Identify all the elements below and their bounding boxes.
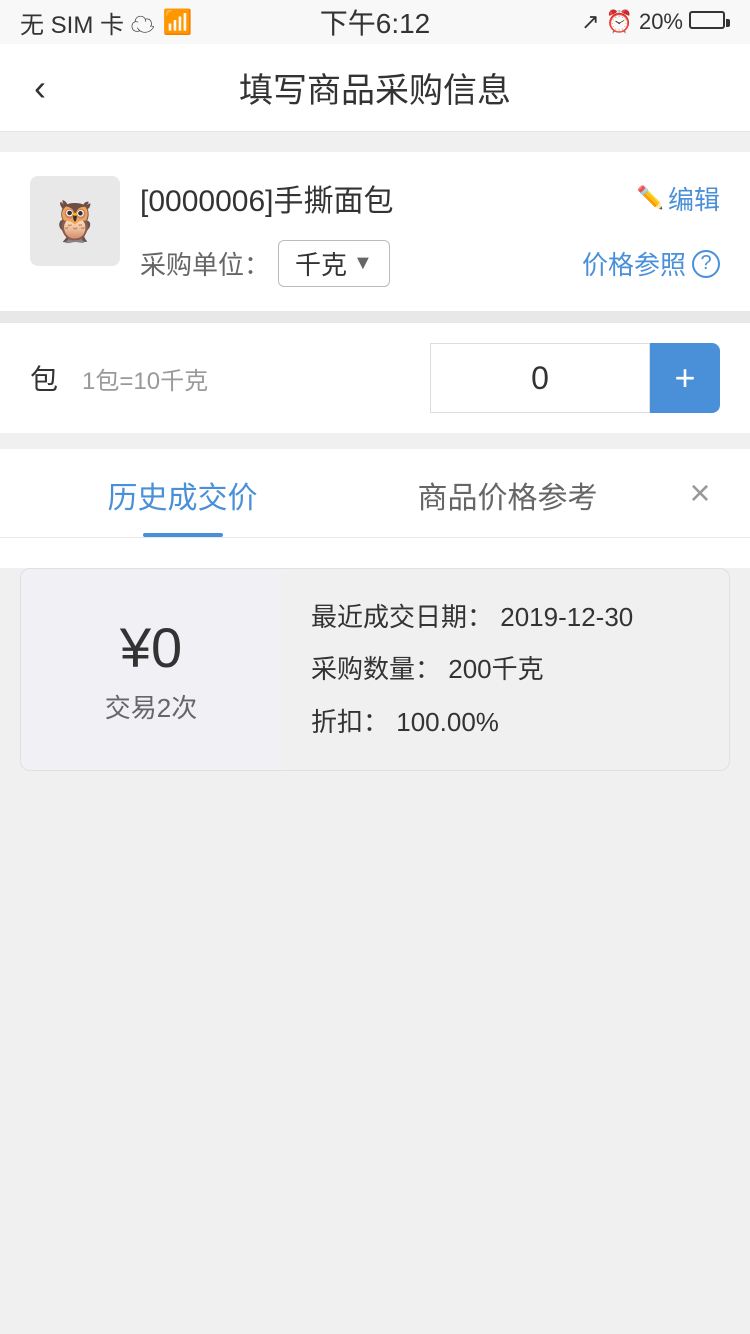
status-left: 无 SIM 卡 ☁ 📶 (20, 5, 193, 40)
transaction-details: 最近成交日期： 2019-12-30 采购数量： 200千克 折扣： 100.0… (281, 569, 729, 770)
discount-label: 折扣： (311, 707, 389, 737)
product-name: [0000006]手撕面包 (140, 176, 393, 220)
unit-value: 千克 (295, 245, 347, 282)
tabs-header: 历史成交价 商品价格参考 × (0, 449, 750, 538)
tabs-section: 历史成交价 商品价格参考 × ¥0 交易2次 最近成交日期： 2019-12-3… (0, 449, 750, 1168)
quantity-conversion-hint: 1包=10千克 (82, 361, 410, 396)
transaction-summary: ¥0 交易2次 (21, 569, 281, 770)
product-card: 🦉 [0000006]手撕面包 ✏️ 编辑 采购单位： 千克 ▼ 价格参照 ? (0, 152, 750, 311)
quantity-plus-button[interactable]: + (650, 343, 720, 413)
edit-label: 编辑 (668, 180, 720, 217)
transaction-date-row: 最近成交日期： 2019-12-30 (311, 599, 699, 635)
unit-label-text: 采购单位： 千克 ▼ (140, 240, 390, 287)
unit-select[interactable]: 千克 ▼ (278, 240, 390, 287)
transaction-price: ¥0 (120, 615, 182, 680)
price-reference-button[interactable]: 价格参照 ? (582, 245, 720, 282)
quantity-input-wrap: 0 + (430, 343, 720, 413)
transaction-card: ¥0 交易2次 最近成交日期： 2019-12-30 采购数量： 200千克 折… (20, 568, 730, 771)
quantity-value: 200千克 (448, 654, 543, 684)
battery-percent: 20% (639, 9, 683, 35)
wifi-icon: 📶 (163, 8, 193, 37)
tab-history-price[interactable]: 历史成交价 (20, 449, 345, 537)
section-divider (0, 311, 750, 323)
transaction-quantity-row: 采购数量： 200千克 (311, 651, 699, 687)
product-header: [0000006]手撕面包 ✏️ 编辑 (140, 176, 720, 220)
price-ref-label: 价格参照 (582, 245, 686, 282)
quantity-label: 采购数量： (311, 654, 441, 684)
location-icon: ↗ (581, 9, 599, 35)
date-value: 2019-12-30 (500, 602, 633, 632)
battery-icon (689, 9, 730, 35)
quantity-input[interactable]: 0 (430, 343, 650, 413)
edit-icon: ✏️ (637, 185, 664, 211)
quantity-row: 包 1包=10千克 0 + (0, 323, 750, 433)
discount-value: 100.00% (396, 707, 499, 737)
product-thumbnail: 🦉 (50, 198, 100, 245)
tab-content: ¥0 交易2次 最近成交日期： 2019-12-30 采购数量： 200千克 折… (0, 568, 750, 1168)
page-title: 填写商品采购信息 (239, 63, 511, 112)
nav-bar: ‹ 填写商品采购信息 (0, 44, 750, 132)
unit-dropdown-arrow: ▼ (353, 252, 373, 275)
back-button[interactable]: ‹ (24, 57, 56, 119)
tabs-close-button[interactable]: × (670, 452, 730, 534)
status-bar: 无 SIM 卡 ☁ 📶 下午6:12 ↗ ⏰ 20% (0, 0, 750, 44)
network-label: 无 SIM 卡 ☁ (20, 5, 155, 40)
status-time: 下午6:12 (320, 2, 431, 42)
product-image: 🦉 (30, 176, 120, 266)
status-right: ↗ ⏰ 20% (581, 9, 730, 35)
date-label: 最近成交日期： (311, 602, 493, 632)
product-unit-row: 采购单位： 千克 ▼ 价格参照 ? (140, 240, 720, 287)
transaction-count: 交易2次 (105, 688, 197, 725)
quantity-unit-label: 包 (30, 358, 58, 398)
alarm-icon: ⏰ (606, 9, 633, 35)
tab-price-reference[interactable]: 商品价格参考 (345, 449, 670, 537)
edit-button[interactable]: ✏️ 编辑 (637, 180, 720, 217)
product-info: [0000006]手撕面包 ✏️ 编辑 采购单位： 千克 ▼ 价格参照 ? (140, 176, 720, 287)
transaction-discount-row: 折扣： 100.00% (311, 704, 699, 740)
price-ref-icon: ? (692, 250, 720, 278)
